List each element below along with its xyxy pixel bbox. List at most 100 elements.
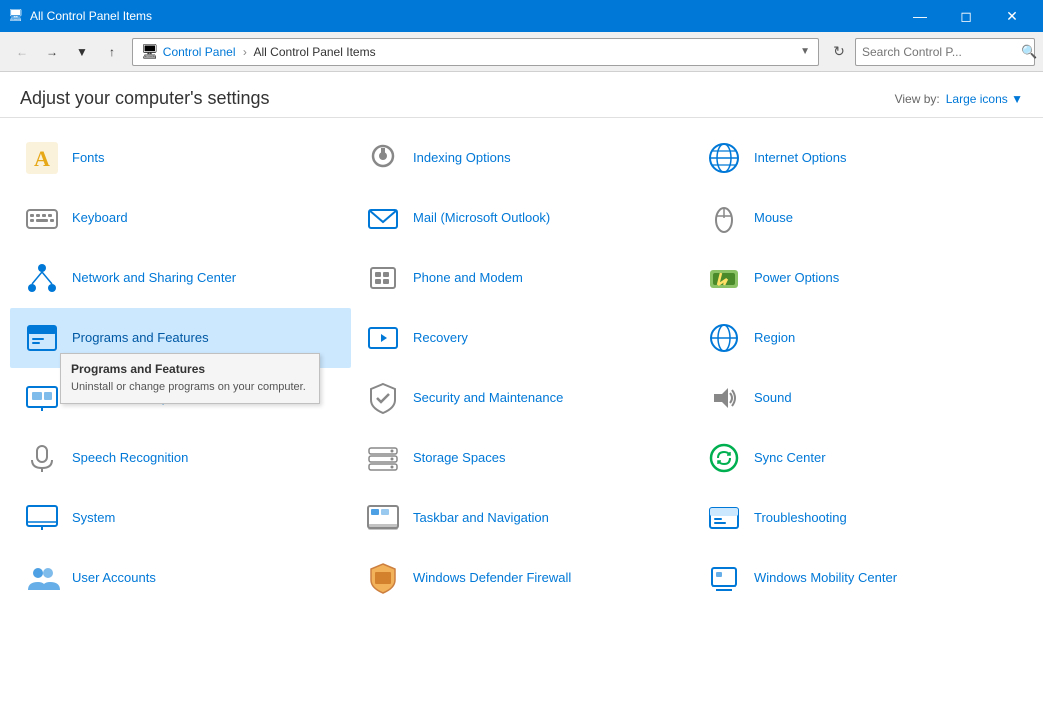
item-label-network-sharing: Network and Sharing Center — [72, 270, 236, 287]
item-icon-internet-options — [704, 138, 744, 178]
item-network-sharing[interactable]: Network and Sharing Center — [10, 248, 351, 308]
item-icon-storage-spaces — [363, 438, 403, 478]
content-header: Adjust your computer's settings View by:… — [0, 72, 1043, 118]
item-troubleshooting[interactable]: Troubleshooting — [692, 488, 1033, 548]
item-region[interactable]: Region — [692, 308, 1033, 368]
search-input[interactable] — [862, 45, 1017, 59]
item-icon-remote-desktop — [22, 378, 62, 418]
item-label-mail: Mail (Microsoft Outlook) — [413, 210, 550, 227]
address-text: Control Panel › All Control Panel Items — [163, 45, 796, 59]
item-internet-options[interactable]: Internet Options — [692, 128, 1033, 188]
refresh-button[interactable]: ↻ — [825, 38, 853, 66]
items-grid: A Fonts Indexing Options Internet Options Ke… — [10, 128, 1033, 608]
svg-text:A: A — [34, 146, 50, 171]
item-label-user-accounts: User Accounts — [72, 570, 156, 587]
item-recovery[interactable]: Recovery — [351, 308, 692, 368]
item-icon-windows-defender — [363, 558, 403, 598]
item-icon-mail — [363, 198, 403, 238]
back-button[interactable]: ← — [8, 38, 36, 66]
item-label-mouse: Mouse — [754, 210, 793, 227]
address-bar[interactable]: 🖥 Control Panel › All Control Panel Item… — [132, 38, 819, 66]
item-security-maintenance[interactable]: Security and Maintenance — [351, 368, 692, 428]
address-dropdown-icon[interactable]: ▼ — [800, 46, 810, 57]
item-icon-troubleshooting — [704, 498, 744, 538]
titlebar-icon: 🖥 — [8, 8, 24, 24]
item-taskbar-navigation[interactable]: Taskbar and Navigation — [351, 488, 692, 548]
maximize-button[interactable]: ◻ — [943, 0, 989, 32]
item-label-internet-options: Internet Options — [754, 150, 847, 167]
item-mail[interactable]: Mail (Microsoft Outlook) — [351, 188, 692, 248]
item-sound[interactable]: Sound — [692, 368, 1033, 428]
navbar: ← → ▼ ↑ 🖥 Control Panel › All Control Pa… — [0, 32, 1043, 72]
view-by-control: View by: Large icons ▼ — [895, 92, 1023, 106]
recent-button[interactable]: ▼ — [68, 38, 96, 66]
view-by-label: View by: — [895, 92, 940, 106]
item-icon-taskbar-navigation — [363, 498, 403, 538]
item-indexing-options[interactable]: Indexing Options — [351, 128, 692, 188]
address-icon: 🖥 — [141, 43, 159, 60]
item-icon-recovery — [363, 318, 403, 358]
item-windows-mobility[interactable]: Windows Mobility Center — [692, 548, 1033, 608]
item-label-storage-spaces: Storage Spaces — [413, 450, 506, 467]
item-icon-system — [22, 498, 62, 538]
address-separator-1: › — [243, 45, 247, 59]
item-system[interactable]: System — [10, 488, 351, 548]
item-label-troubleshooting: Troubleshooting — [754, 510, 847, 527]
titlebar-title: All Control Panel Items — [30, 9, 897, 23]
item-label-phone-modem: Phone and Modem — [413, 270, 523, 287]
item-storage-spaces[interactable]: Storage Spaces — [351, 428, 692, 488]
item-speech-recognition[interactable]: Speech Recognition — [10, 428, 351, 488]
item-icon-region — [704, 318, 744, 358]
search-icon[interactable]: 🔍 — [1021, 44, 1037, 60]
item-fonts[interactable]: A Fonts — [10, 128, 351, 188]
item-icon-speech-recognition — [22, 438, 62, 478]
page-title: Adjust your computer's settings — [20, 88, 270, 109]
content-area: Adjust your computer's settings View by:… — [0, 72, 1043, 705]
view-by-dropdown[interactable]: Large icons ▼ — [946, 92, 1023, 106]
item-label-system: System — [72, 510, 115, 527]
item-icon-phone-modem — [363, 258, 403, 298]
item-icon-indexing-options — [363, 138, 403, 178]
view-by-arrow: ▼ — [1011, 92, 1023, 106]
item-icon-power-options — [704, 258, 744, 298]
up-button[interactable]: ↑ — [98, 38, 126, 66]
item-icon-sound — [704, 378, 744, 418]
forward-button[interactable]: → — [38, 38, 66, 66]
item-power-options[interactable]: Power Options — [692, 248, 1033, 308]
item-label-windows-defender: Windows Defender Firewall — [413, 570, 571, 587]
item-label-speech-recognition: Speech Recognition — [72, 450, 188, 467]
item-label-programs-features: Programs and Features — [72, 330, 209, 347]
item-label-sync-center: Sync Center — [754, 450, 826, 467]
item-label-windows-mobility: Windows Mobility Center — [754, 570, 897, 587]
item-mouse[interactable]: Mouse — [692, 188, 1033, 248]
close-button[interactable]: ✕ — [989, 0, 1035, 32]
item-label-region: Region — [754, 330, 795, 347]
item-keyboard[interactable]: Keyboard — [10, 188, 351, 248]
address-segment-2: All Control Panel Items — [254, 45, 376, 59]
item-sync-center[interactable]: Sync Center — [692, 428, 1033, 488]
item-icon-mouse — [704, 198, 744, 238]
address-segment-1[interactable]: Control Panel — [163, 45, 236, 59]
titlebar: 🖥 All Control Panel Items — ◻ ✕ — [0, 0, 1043, 32]
item-phone-modem[interactable]: Phone and Modem — [351, 248, 692, 308]
item-label-fonts: Fonts — [72, 150, 105, 167]
item-label-taskbar-navigation: Taskbar and Navigation — [413, 510, 549, 527]
item-label-recovery: Recovery — [413, 330, 468, 347]
item-icon-fonts: A — [22, 138, 62, 178]
search-bar[interactable]: 🔍 — [855, 38, 1035, 66]
tooltip-title: Programs and Features — [71, 362, 309, 376]
item-windows-defender[interactable]: Windows Defender Firewall — [351, 548, 692, 608]
minimize-button[interactable]: — — [897, 0, 943, 32]
titlebar-controls: — ◻ ✕ — [897, 0, 1035, 32]
view-by-value: Large icons — [946, 92, 1008, 106]
item-programs-features[interactable]: Programs and FeaturesPrograms and Featur… — [10, 308, 351, 368]
item-icon-network-sharing — [22, 258, 62, 298]
item-label-indexing-options: Indexing Options — [413, 150, 511, 167]
item-label-keyboard: Keyboard — [72, 210, 128, 227]
item-icon-sync-center — [704, 438, 744, 478]
item-icon-windows-mobility — [704, 558, 744, 598]
item-icon-programs-features — [22, 318, 62, 358]
tooltip-programs-features: Programs and FeaturesUninstall or change… — [60, 353, 320, 404]
item-user-accounts[interactable]: User Accounts — [10, 548, 351, 608]
item-icon-keyboard — [22, 198, 62, 238]
